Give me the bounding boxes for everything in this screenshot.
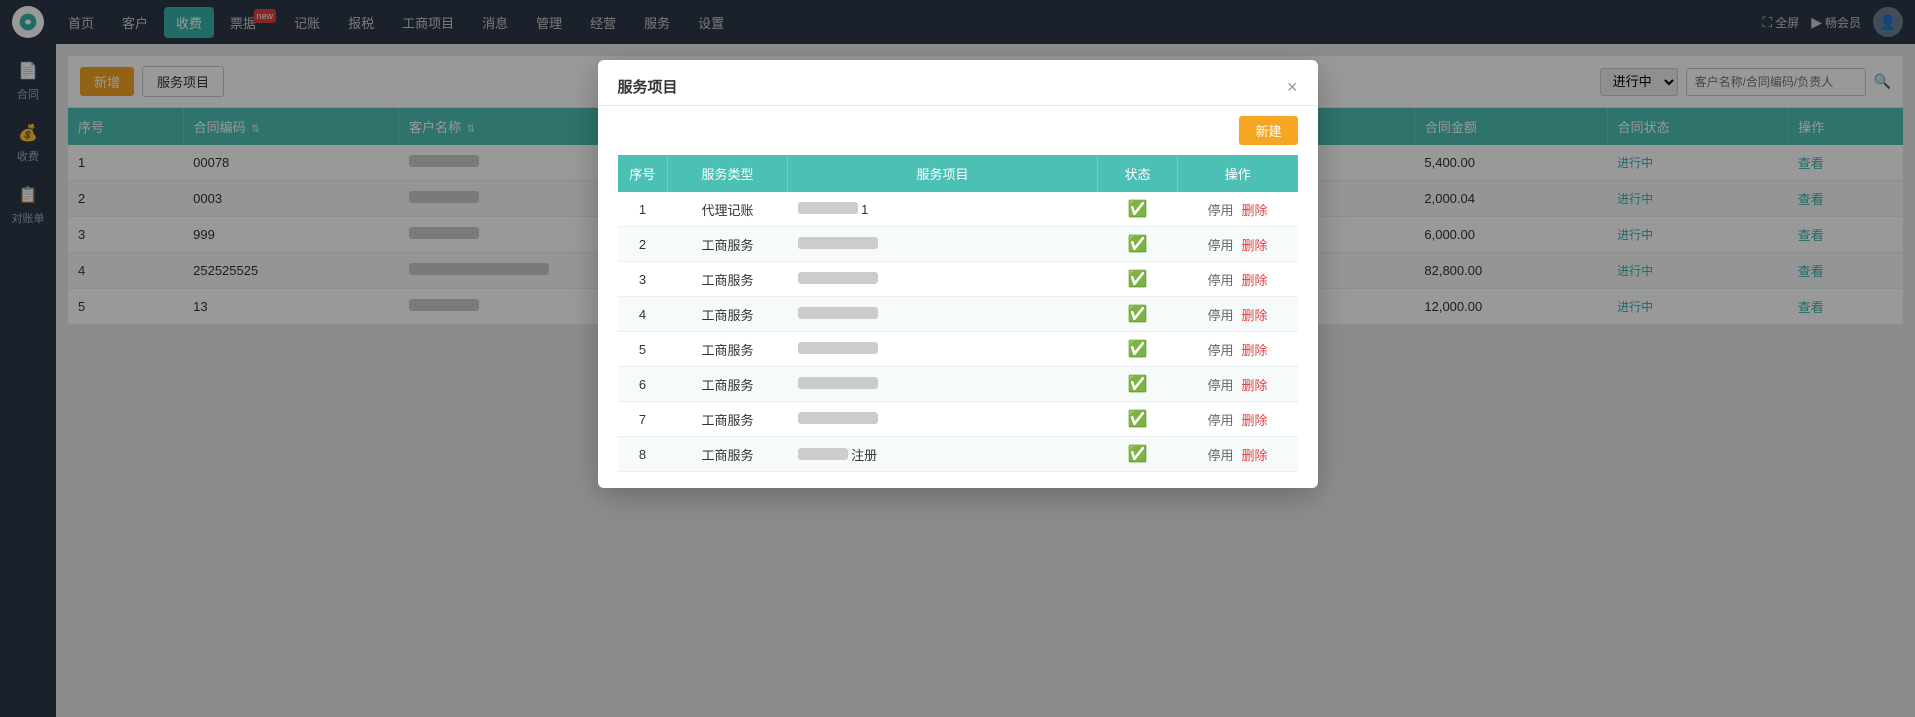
delete-button[interactable]: 删除: [1242, 238, 1268, 253]
service-table-row: 1代理记账XXX 1✅停用删除: [618, 192, 1298, 227]
status-check-icon: ✅: [1128, 341, 1148, 358]
delete-button[interactable]: 删除: [1242, 308, 1268, 323]
stop-button[interactable]: 停用: [1207, 238, 1233, 253]
new-service-button[interactable]: 新建: [1239, 116, 1297, 145]
stop-button[interactable]: 停用: [1207, 203, 1233, 218]
status-check-icon: ✅: [1128, 446, 1148, 463]
dialog-close-button[interactable]: ×: [1287, 78, 1298, 96]
stop-button[interactable]: 停用: [1207, 378, 1233, 393]
dialog-overlay[interactable]: 服务项目 × 新建 序号 服务类型 服务项目 状态 操作 1代理记账XXX 1✅…: [0, 0, 1915, 717]
service-dialog: 服务项目 × 新建 序号 服务类型 服务项目 状态 操作 1代理记账XXX 1✅…: [598, 60, 1318, 488]
delete-button[interactable]: 删除: [1242, 343, 1268, 358]
dialog-toolbar: 新建: [598, 106, 1318, 155]
status-check-icon: ✅: [1128, 236, 1148, 253]
dialog-title: 服务项目: [618, 76, 678, 97]
delete-button[interactable]: 删除: [1242, 203, 1268, 218]
status-check-icon: ✅: [1128, 376, 1148, 393]
stop-button[interactable]: 停用: [1207, 273, 1233, 288]
service-table-row: 6工商服务XXXXX✅停用删除: [618, 367, 1298, 402]
scol-action: 操作: [1178, 155, 1298, 192]
service-table: 序号 服务类型 服务项目 状态 操作 1代理记账XXX 1✅停用删除2工商服务X…: [618, 155, 1298, 472]
delete-button[interactable]: 删除: [1242, 273, 1268, 288]
service-table-row: 2工商服务XXX✅停用删除: [618, 227, 1298, 262]
dialog-body: 序号 服务类型 服务项目 状态 操作 1代理记账XXX 1✅停用删除2工商服务X…: [598, 155, 1318, 488]
scol-type: 服务类型: [668, 155, 788, 192]
stop-button[interactable]: 停用: [1207, 413, 1233, 428]
stop-button[interactable]: 停用: [1207, 343, 1233, 358]
service-table-row: 4工商服务XX✅停用删除: [618, 297, 1298, 332]
service-table-row: 5工商服务XX✅停用删除: [618, 332, 1298, 367]
service-table-row: 7工商服务XX✅停用删除: [618, 402, 1298, 437]
status-check-icon: ✅: [1128, 411, 1148, 428]
status-check-icon: ✅: [1128, 201, 1148, 218]
delete-button[interactable]: 删除: [1242, 378, 1268, 393]
scol-status: 状态: [1098, 155, 1178, 192]
status-check-icon: ✅: [1128, 271, 1148, 288]
service-table-row: 8工商服务XX 注册✅停用删除: [618, 437, 1298, 472]
service-table-header: 序号 服务类型 服务项目 状态 操作: [618, 155, 1298, 192]
scol-item: 服务项目: [788, 155, 1098, 192]
service-table-row: 3工商服务XXX✅停用删除: [618, 262, 1298, 297]
stop-button[interactable]: 停用: [1207, 448, 1233, 463]
delete-button[interactable]: 删除: [1242, 413, 1268, 428]
scol-seq: 序号: [618, 155, 668, 192]
dialog-header: 服务项目 ×: [598, 60, 1318, 106]
stop-button[interactable]: 停用: [1207, 308, 1233, 323]
delete-button[interactable]: 删除: [1242, 448, 1268, 463]
status-check-icon: ✅: [1128, 306, 1148, 323]
